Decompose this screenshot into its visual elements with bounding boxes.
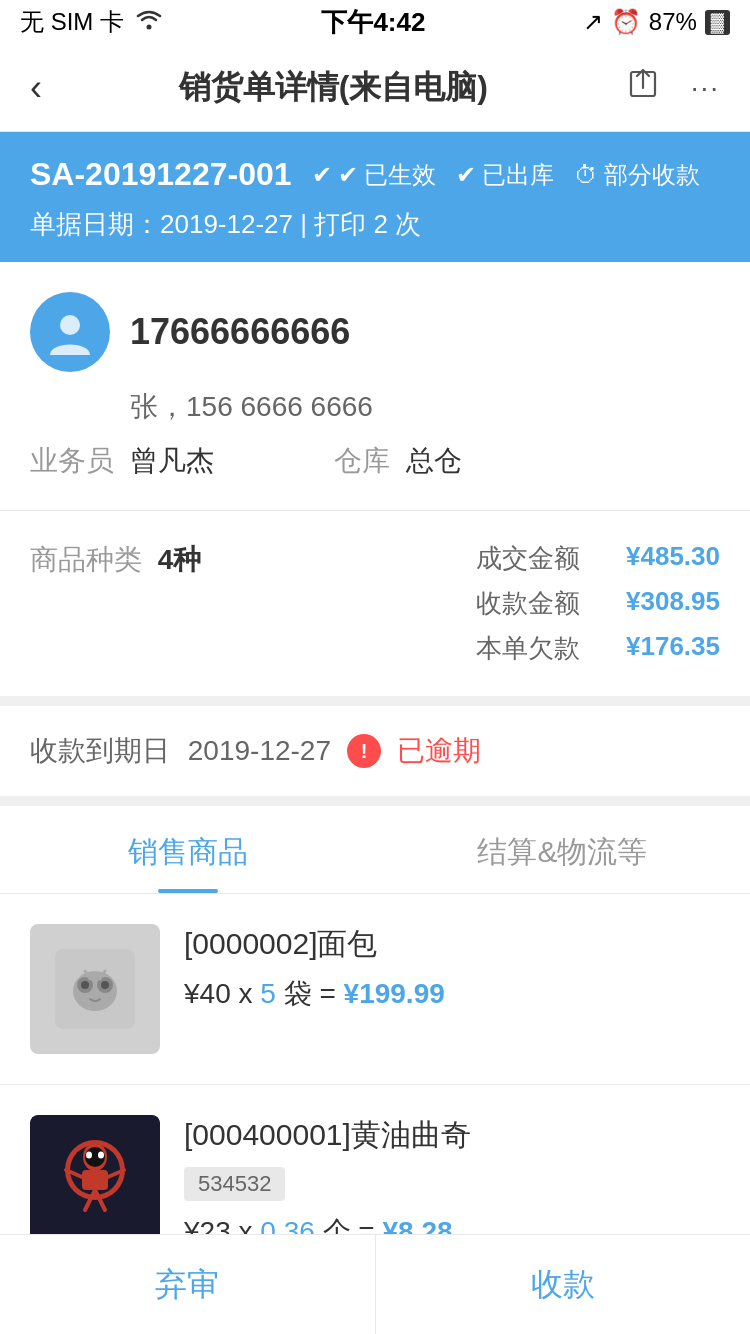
status-bar: 无 SIM 卡 下午4:42 ↗ ⏰ 87% ▓ bbox=[0, 0, 750, 44]
warehouse-label: 仓库 bbox=[334, 445, 390, 476]
customer-phone: 17666666666 bbox=[130, 311, 350, 353]
salesperson-field: 业务员 曾凡杰 bbox=[30, 442, 214, 480]
summary-section: 商品种类 4种 成交金额 ¥485.30 收款金额 ¥308.95 本单欠款 ¥… bbox=[0, 511, 750, 706]
battery-icon: ▓ bbox=[705, 10, 730, 35]
status-left: 无 SIM 卡 bbox=[20, 6, 164, 38]
product-qty-1: 5 bbox=[260, 978, 276, 1009]
receipt-value: ¥308.95 bbox=[600, 586, 720, 621]
more-button[interactable]: ··· bbox=[691, 72, 720, 104]
owe-row: 本单欠款 ¥176.35 bbox=[476, 631, 720, 666]
collect-payment-button[interactable]: 收款 bbox=[375, 1235, 751, 1334]
salesperson-value: 曾凡杰 bbox=[130, 445, 214, 476]
svg-rect-13 bbox=[82, 1170, 108, 1190]
product-info-1: [0000002]面包 ¥40 x 5 袋 = ¥199.99 bbox=[184, 924, 720, 1013]
carrier-label: 无 SIM 卡 bbox=[20, 6, 124, 38]
product-total-1: ¥199.99 bbox=[344, 978, 445, 1009]
salesperson-label: 业务员 bbox=[30, 445, 114, 476]
svg-point-7 bbox=[81, 981, 89, 989]
svg-point-4 bbox=[73, 971, 117, 1011]
due-date-label: 收款到期日 2019-12-27 bbox=[30, 732, 331, 770]
tab-products[interactable]: 销售商品 bbox=[0, 806, 375, 893]
page-title: 销货单详情(来自电脑) bbox=[179, 66, 488, 110]
customer-top: 17666666666 bbox=[30, 292, 720, 372]
bottom-bar: 弃审 收款 bbox=[0, 1234, 750, 1334]
deal-value: ¥485.30 bbox=[600, 541, 720, 576]
warehouse-field: 仓库 总仓 bbox=[334, 442, 462, 480]
product-type: 商品种类 4种 bbox=[30, 541, 201, 666]
overdue-icon: ! bbox=[347, 734, 381, 768]
product-thumbnail-2 bbox=[30, 1115, 160, 1245]
owe-value: ¥176.35 bbox=[600, 631, 720, 666]
deal-label: 成交金额 bbox=[476, 541, 580, 576]
cancel-review-button[interactable]: 弃审 bbox=[0, 1235, 375, 1334]
wifi-icon bbox=[134, 8, 164, 36]
order-date: 单据日期：2019-12-27 | 打印 2 次 bbox=[30, 207, 720, 242]
check-icon-1: ✔ bbox=[312, 161, 332, 189]
product-thumbnail-1 bbox=[30, 924, 160, 1054]
overdue-label: 已逾期 bbox=[397, 732, 481, 770]
customer-info-row: 业务员 曾凡杰 仓库 总仓 bbox=[30, 442, 720, 480]
warehouse-value: 总仓 bbox=[406, 445, 462, 476]
status-time: 下午4:42 bbox=[321, 5, 425, 40]
back-button[interactable]: ‹ bbox=[30, 67, 42, 109]
battery-label: 87% bbox=[649, 8, 697, 36]
status-right: ↗ ⏰ 87% ▓ bbox=[583, 8, 730, 36]
deal-row: 成交金额 ¥485.30 bbox=[476, 541, 720, 576]
svg-point-2 bbox=[60, 315, 80, 335]
tab-settlement[interactable]: 结算&物流等 bbox=[375, 806, 750, 893]
status-badge-2: ✔ 已出库 bbox=[456, 159, 554, 191]
order-id: SA-20191227-001 bbox=[30, 156, 292, 193]
customer-section: 17666666666 张，156 6666 6666 业务员 曾凡杰 仓库 总… bbox=[0, 262, 750, 511]
product-price-1: ¥40 x 5 袋 = ¥199.99 bbox=[184, 975, 720, 1013]
alarm-icon: ⏰ bbox=[611, 8, 641, 36]
amount-summary: 成交金额 ¥485.30 收款金额 ¥308.95 本单欠款 ¥176.35 bbox=[476, 541, 720, 666]
type-value: 4种 bbox=[158, 544, 202, 575]
type-label: 商品种类 bbox=[30, 544, 142, 575]
product-name-1: [0000002]面包 bbox=[184, 924, 720, 965]
nav-bar: ‹ 销货单详情(来自电脑) ··· bbox=[0, 44, 750, 132]
nav-actions: ··· bbox=[625, 66, 720, 110]
receipt-row: 收款金额 ¥308.95 bbox=[476, 586, 720, 621]
check-icon-2: ✔ bbox=[456, 161, 476, 189]
product-info-2: [000400001]黄油曲奇 534532 ¥23 x 0.36 个 = ¥8… bbox=[184, 1115, 720, 1251]
svg-point-20 bbox=[98, 1152, 104, 1159]
svg-point-8 bbox=[101, 981, 109, 989]
customer-name-phone: 张，156 6666 6666 bbox=[130, 388, 720, 426]
order-header: SA-20191227-001 ✔ ✔ 已生效 ✔ 已出库 ⏱ 部分收款 单据日… bbox=[0, 132, 750, 262]
svg-point-19 bbox=[86, 1152, 92, 1159]
status-badge-3: ⏱ 部分收款 bbox=[574, 159, 700, 191]
clock-icon: ⏱ bbox=[574, 161, 598, 189]
owe-label: 本单欠款 bbox=[476, 631, 580, 666]
location-icon: ↗ bbox=[583, 8, 603, 36]
receipt-label: 收款金额 bbox=[476, 586, 580, 621]
avatar bbox=[30, 292, 110, 372]
svg-point-0 bbox=[147, 25, 152, 30]
status-badge-1: ✔ ✔ 已生效 bbox=[312, 159, 437, 191]
share-button[interactable] bbox=[625, 66, 661, 110]
list-item: [0000002]面包 ¥40 x 5 袋 = ¥199.99 bbox=[0, 894, 750, 1085]
due-date-section: 收款到期日 2019-12-27 ! 已逾期 bbox=[0, 706, 750, 806]
tab-bar: 销售商品 结算&物流等 bbox=[0, 806, 750, 894]
product-name-2: [000400001]黄油曲奇 bbox=[184, 1115, 720, 1156]
product-badge-2: 534532 bbox=[184, 1167, 285, 1201]
